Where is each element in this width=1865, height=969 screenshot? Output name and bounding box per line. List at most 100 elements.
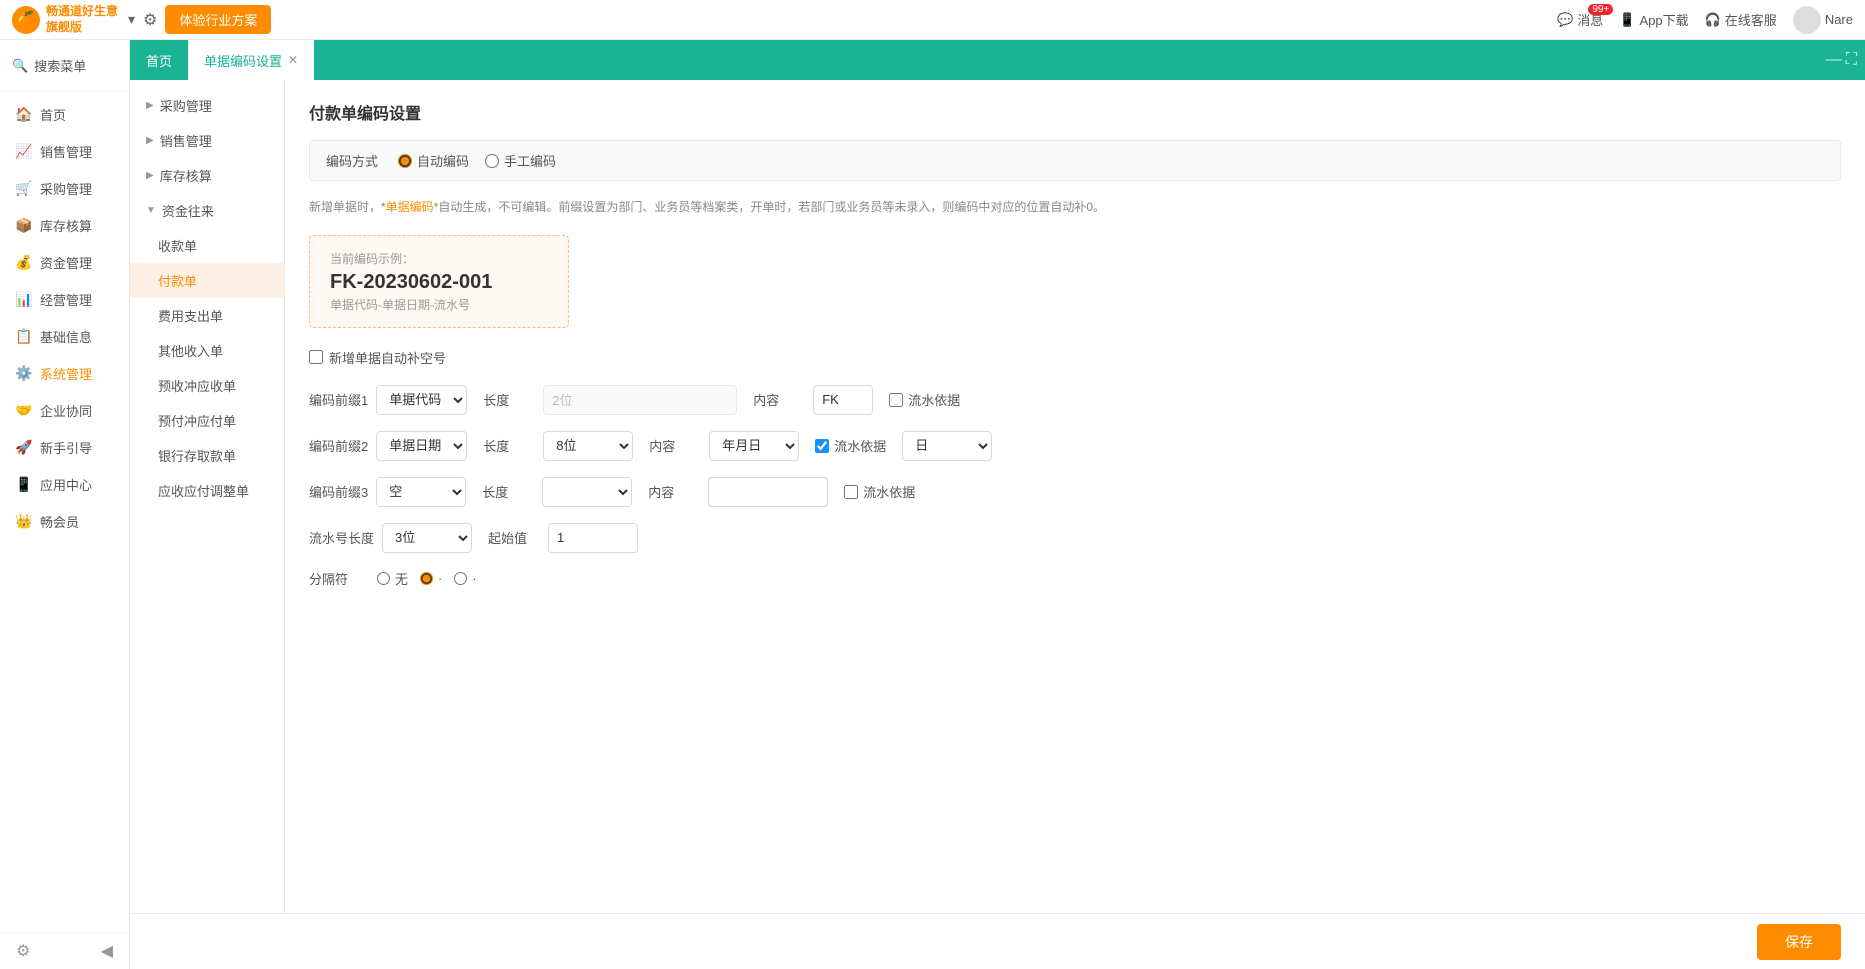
separator-none[interactable]: 无: [377, 569, 408, 588]
auto-fill-checkbox[interactable]: [309, 350, 323, 364]
length3-field: 长度: [482, 477, 632, 507]
sub-menu-item-advance-offset[interactable]: 预付冲应付单: [130, 403, 284, 438]
online-service-button[interactable]: 🎧 在线客服: [1705, 10, 1777, 29]
length2-field: 长度 8位: [483, 431, 633, 461]
inventory-icon: 📦: [16, 218, 32, 234]
sidebar-item-home[interactable]: 🏠 首页: [0, 96, 129, 133]
tab-encode-setting[interactable]: 单据编码设置 ✕: [188, 40, 314, 80]
prefix1-select[interactable]: 单据代码: [376, 385, 467, 415]
prefix2-select[interactable]: 单据日期: [376, 431, 467, 461]
sub-menu-item-other-income[interactable]: 其他收入单: [130, 333, 284, 368]
trial-button[interactable]: 体验行业方案: [165, 5, 271, 34]
logo-text: 畅通道好生意 旗舰版: [46, 4, 118, 35]
sub-menu-item-expense[interactable]: 费用支出单: [130, 298, 284, 333]
length2-select[interactable]: 8位: [543, 431, 633, 461]
footer-settings-icon[interactable]: ⚙: [16, 941, 30, 961]
sidebar-nav: 🏠 首页 📈 销售管理 🛒 采购管理 📦 库存核算 💰 资金管理 📊 经: [0, 92, 129, 932]
operations-icon: 📊: [16, 292, 32, 308]
basic-info-icon: 📋: [16, 329, 32, 345]
sidebar-item-apps[interactable]: 📱 应用中心: [0, 466, 129, 503]
content3-label: 内容: [648, 482, 700, 501]
prefix3-field: 编码前缀3 空: [309, 477, 466, 507]
app-download-button[interactable]: 📱 App下载: [1619, 10, 1688, 29]
stream2-check[interactable]: [815, 439, 829, 453]
auto-encode-radio[interactable]: [398, 154, 412, 168]
stream1-checkbox[interactable]: 流水依据: [889, 390, 960, 409]
content1-input[interactable]: [813, 385, 873, 415]
separator-none-radio[interactable]: [377, 572, 390, 585]
sub-menu-item-prepay-offset[interactable]: 预收冲应收单: [130, 368, 284, 403]
sub-menu-group-sales-title[interactable]: ▶ 销售管理: [130, 123, 284, 158]
service-icon: 🎧: [1705, 12, 1721, 28]
sidebar-search[interactable]: 🔍 搜索菜单: [12, 50, 117, 81]
sidebar-item-sales[interactable]: 📈 销售管理: [0, 133, 129, 170]
start-value-input[interactable]: [548, 523, 638, 553]
manual-encode-option[interactable]: 手工编码: [485, 151, 556, 170]
stream2-unit-select[interactable]: 日: [902, 431, 992, 461]
auto-encode-option[interactable]: 自动编码: [398, 151, 469, 170]
prefix3-label: 编码前缀3: [309, 482, 368, 501]
top-bar: 🍊 畅通道好生意 旗舰版 ▾ ⚙ 体验行业方案 💬 消息 99+ 📱 App下载…: [0, 0, 1865, 40]
separator-dot1[interactable]: ·: [420, 571, 442, 586]
prefix-row-2: 编码前缀2 单据日期 长度 8位 内容 年月日: [309, 431, 1841, 461]
app-logo: 🍊 畅通道好生意 旗舰版: [12, 4, 118, 35]
sidebar-item-inventory[interactable]: 📦 库存核算: [0, 207, 129, 244]
expand-arrow-icon: ▼: [146, 205, 156, 216]
sidebar-item-enterprise[interactable]: 🤝 企业协同: [0, 392, 129, 429]
encode-method-label: 编码方式: [326, 151, 378, 170]
content2-select[interactable]: 年月日: [709, 431, 799, 461]
sub-menu-group-capital: ▼ 资金往来 收款单 付款单 费用支出单 其他收入单 预收冲应收单 预付冲应付单…: [130, 193, 284, 508]
stream3-checkbox[interactable]: 流水依据: [844, 482, 915, 501]
sidebar-header: 🔍 搜索菜单: [0, 40, 129, 92]
sub-menu-item-receipt[interactable]: 收款单: [130, 228, 284, 263]
bottom-bar: 保存: [130, 913, 1865, 969]
tab-minimize-icon[interactable]: —: [1826, 51, 1842, 69]
serial-length-select[interactable]: 3位: [382, 523, 472, 553]
sub-menu-group-purchase-title[interactable]: ▶ 采购管理: [130, 88, 284, 123]
sub-menu-group-inventory-title[interactable]: ▶ 库存核算: [130, 158, 284, 193]
content3-field: 内容: [648, 477, 828, 507]
separator-dot2-radio[interactable]: [454, 572, 467, 585]
separator-dot1-radio[interactable]: [420, 572, 433, 585]
prefix3-select[interactable]: 空: [376, 477, 466, 507]
sub-menu-item-adjustment[interactable]: 应收应付调整单: [130, 473, 284, 508]
footer-collapse-icon[interactable]: ◀: [101, 941, 113, 961]
download-icon: 📱: [1619, 12, 1635, 28]
content3-input[interactable]: [708, 477, 828, 507]
sub-menu-item-payment[interactable]: 付款单: [130, 263, 284, 298]
message-button[interactable]: 💬 消息 99+: [1557, 10, 1603, 29]
stream2-checkbox[interactable]: 流水依据: [815, 436, 886, 455]
sub-menu-group-inventory: ▶ 库存核算: [130, 158, 284, 193]
content-area: 首页 单据编码设置 ✕ — ⛶ ▶ 采购管理: [130, 40, 1865, 969]
sidebar-item-vip[interactable]: 👑 畅会员: [0, 503, 129, 540]
settings-icon[interactable]: ⚙: [143, 10, 157, 30]
info-text: 新增单据时，*单据编码*自动生成，不可编辑。前缀设置为部门、业务员等档案类，开单…: [309, 197, 1841, 219]
prefix1-label: 编码前缀1: [309, 390, 368, 409]
sidebar-item-guide[interactable]: 🚀 新手引导: [0, 429, 129, 466]
top-bar-left: 🍊 畅通道好生意 旗舰版 ▾ ⚙ 体验行业方案: [12, 4, 271, 35]
manual-encode-radio[interactable]: [485, 154, 499, 168]
sidebar-item-system[interactable]: ⚙️ 系统管理: [0, 355, 129, 392]
sidebar-item-purchase[interactable]: 🛒 采购管理: [0, 170, 129, 207]
sidebar-item-finance[interactable]: 💰 资金管理: [0, 244, 129, 281]
content2-field: 内容 年月日: [649, 431, 799, 461]
start-value-field: 起始值: [488, 523, 638, 553]
stream1-check[interactable]: [889, 393, 903, 407]
stream3-check[interactable]: [844, 485, 858, 499]
dropdown-arrow-icon[interactable]: ▾: [128, 11, 135, 28]
length3-select[interactable]: [542, 477, 632, 507]
user-avatar[interactable]: Nare: [1793, 6, 1853, 34]
apps-icon: 📱: [16, 477, 32, 493]
sub-menu-item-bank[interactable]: 银行存取款单: [130, 438, 284, 473]
logo-icon: 🍊: [12, 6, 40, 34]
save-button[interactable]: 保存: [1757, 924, 1841, 960]
sidebar-item-operations[interactable]: 📊 经营管理: [0, 281, 129, 318]
separator-dot2[interactable]: ·: [454, 571, 476, 586]
sidebar-item-basic-info[interactable]: 📋 基础信息: [0, 318, 129, 355]
sub-menu-group-capital-title[interactable]: ▼ 资金往来: [130, 193, 284, 228]
serial-length-label: 流水号长度: [309, 528, 374, 547]
tab-maximize-icon[interactable]: ⛶: [1846, 51, 1857, 69]
tab-close-icon[interactable]: ✕: [288, 53, 298, 67]
sub-menu-group-purchase: ▶ 采购管理: [130, 88, 284, 123]
tab-home[interactable]: 首页: [130, 40, 188, 80]
